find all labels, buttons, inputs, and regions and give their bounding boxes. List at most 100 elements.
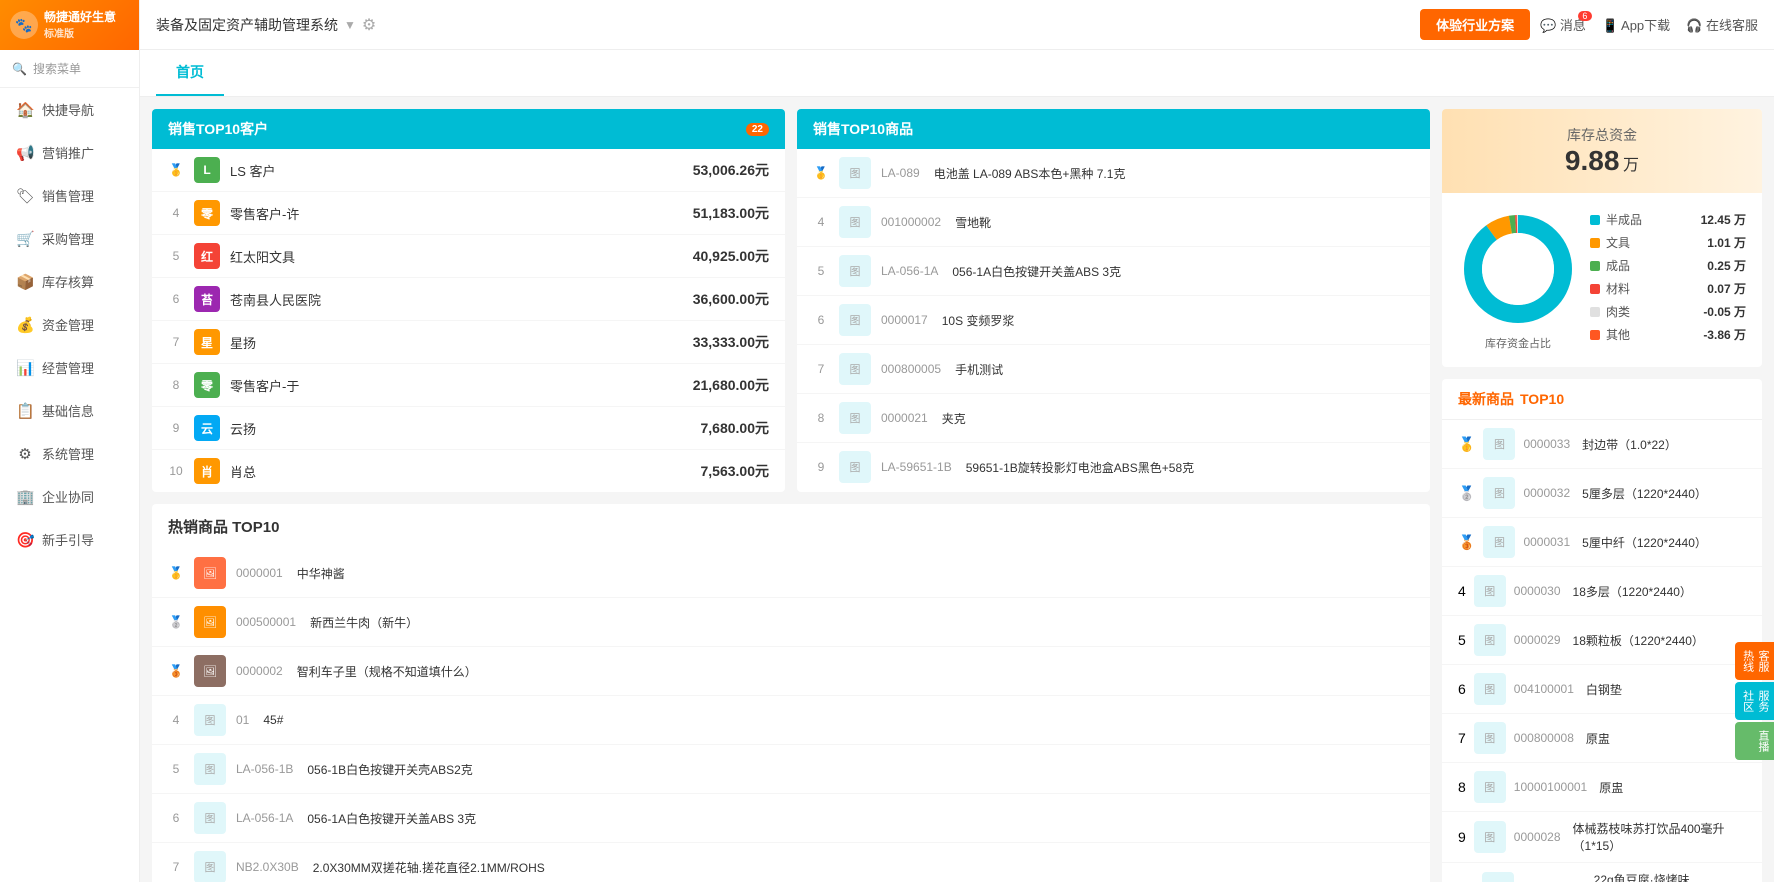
- search-menu[interactable]: 🔍 搜索菜单: [0, 50, 139, 88]
- product-thumb: 图: [1483, 526, 1515, 558]
- new-products-list: 🥇 图 0000033 封边带（1.0*22） 🥈 图 0000032 5厘多层…: [1442, 420, 1762, 882]
- sidebar-item-sales[interactable]: 🏷 销售管理: [0, 174, 139, 217]
- new-product-row[interactable]: 10 图 003800001 22g鱼豆腐·烧烤味（1*12*20）: [1442, 863, 1762, 882]
- hot-product-row[interactable]: 🥉 🖼 0000002 智利车子里（规格不知道填什么）: [152, 647, 1430, 696]
- legend-item: 半成品 12.45 万: [1590, 211, 1746, 228]
- sidebar-item-label: 经营管理: [42, 358, 94, 377]
- product-name: 18多层（1220*2440）: [1573, 583, 1746, 600]
- trial-button[interactable]: 体验行业方案: [1420, 9, 1530, 40]
- customer-row[interactable]: 8 零 零售客户-于 21,680.00元: [152, 364, 785, 407]
- online-service[interactable]: 🎧 在线客服: [1686, 15, 1758, 34]
- float-customer-service[interactable]: 客服热线: [1735, 642, 1774, 680]
- donut-section: 库存资金占比 半成品 12.45 万 文具 1.01 万 成品 0.25 万 材…: [1442, 193, 1762, 367]
- system-icon: ⚙: [16, 445, 34, 463]
- hot-product-row[interactable]: 🥇 🖼 0000001 中华神酱: [152, 549, 1430, 598]
- main-content: 首页 销售TOP10客户 22 🥇 L LS 客户 53,006.26元 4 零…: [140, 50, 1774, 882]
- sidebar-item-system[interactable]: ⚙ 系统管理: [0, 432, 139, 475]
- hot-product-row[interactable]: 🥈 🖼 000500001 新西兰牛肉（新牛）: [152, 598, 1430, 647]
- sidebar-item-operations[interactable]: 📊 经营管理: [0, 346, 139, 389]
- product-name: 59651-1B旋转投影灯电池盒ABS黑色+58克: [966, 459, 1414, 476]
- app-download[interactable]: 📱 App下载: [1602, 15, 1670, 34]
- product-name: 45#: [263, 713, 1414, 727]
- new-product-row[interactable]: 6 图 004100001 白钢垫: [1442, 665, 1762, 714]
- purchase-icon: 🛒: [16, 230, 34, 248]
- new-product-row[interactable]: 🥉 图 0000031 5厘中纤（1220*2440）: [1442, 518, 1762, 567]
- sidebar-item-purchase[interactable]: 🛒 采购管理: [0, 217, 139, 260]
- sidebar-nav: 🏠 快捷导航 📢 营销推广 🏷 销售管理 🛒 采购管理 📦 库存核算 💰 资金管…: [0, 88, 139, 882]
- product-row[interactable]: 6 图 0000017 10S 变频罗浆: [797, 296, 1430, 345]
- product-name: 封边带（1.0*22）: [1582, 436, 1746, 453]
- customer-row[interactable]: 5 红 红太阳文具 40,925.00元: [152, 235, 785, 278]
- product-code: 001000002: [881, 215, 941, 229]
- customer-row[interactable]: 4 零 零售客户-许 51,183.00元: [152, 192, 785, 235]
- rank-icon: 4: [1458, 583, 1466, 599]
- app-logo: 🐾 畅捷通好生意 标准版: [0, 0, 139, 50]
- chevron-down-icon[interactable]: ▼: [344, 18, 356, 32]
- customer-row[interactable]: 10 肖 肖总 7,563.00元: [152, 450, 785, 492]
- customer-avatar: L: [194, 157, 220, 183]
- product-code: 10000100001: [1514, 780, 1587, 794]
- product-thumb: 图: [839, 206, 871, 238]
- customer-amount: 7,680.00元: [701, 418, 770, 438]
- hot-product-row[interactable]: 7 图 NB2.0X30B 2.0X30MM双搓花轴.搓花直径2.1MM/ROH…: [152, 843, 1430, 882]
- rank-icon: 5: [1458, 632, 1466, 648]
- new-product-row[interactable]: 🥇 图 0000033 封边带（1.0*22）: [1442, 420, 1762, 469]
- top-section: 销售TOP10客户 22 🥇 L LS 客户 53,006.26元 4 零 零售…: [152, 109, 1430, 492]
- customer-row[interactable]: 🥇 L LS 客户 53,006.26元: [152, 149, 785, 192]
- customer-avatar: 肖: [194, 458, 220, 484]
- sidebar-item-inventory[interactable]: 📦 库存核算: [0, 260, 139, 303]
- customer-avatar: 零: [194, 200, 220, 226]
- sidebar-item-base[interactable]: 📋 基础信息: [0, 389, 139, 432]
- legend-name: 成品: [1606, 257, 1701, 274]
- customer-name: 苍南县人民医院: [230, 290, 683, 309]
- hot-product-row[interactable]: 5 图 LA-056-1B 056-1B白色按键开关壳ABS2克: [152, 745, 1430, 794]
- rank-icon: 7: [1458, 730, 1466, 746]
- hot-product-row[interactable]: 6 图 LA-056-1A 056-1A白色按键开关盖ABS 3克: [152, 794, 1430, 843]
- product-row[interactable]: 4 图 001000002 雪地靴: [797, 198, 1430, 247]
- rank-number: 🥇: [168, 566, 184, 580]
- customer-row[interactable]: 7 星 星扬 33,333.00元: [152, 321, 785, 364]
- hot-product-row[interactable]: 4 图 01 45#: [152, 696, 1430, 745]
- hot-products-list: 🥇 🖼 0000001 中华神酱 🥈 🖼 000500001 新西兰牛肉（新牛）…: [152, 549, 1430, 882]
- gear-icon[interactable]: ⚙: [362, 15, 376, 35]
- product-code: 000800005: [881, 362, 941, 376]
- new-products-header: 最新商品 TOP10: [1442, 379, 1762, 420]
- new-product-row[interactable]: 7 图 000800008 原盅: [1442, 714, 1762, 763]
- product-code: 0000028: [1514, 830, 1561, 844]
- product-row[interactable]: 7 图 000800005 手机测试: [797, 345, 1430, 394]
- float-community[interactable]: 服务社区: [1735, 682, 1774, 720]
- product-thumb: 图: [1482, 872, 1514, 882]
- sidebar-item-label: 新手引导: [42, 530, 94, 549]
- product-row[interactable]: 9 图 LA-59651-1B 59651-1B旋转投影灯电池盒ABS黑色+58…: [797, 443, 1430, 491]
- new-product-row[interactable]: 5 图 0000029 18颗粒板（1220*2440）: [1442, 616, 1762, 665]
- new-product-row[interactable]: 4 图 0000030 18多层（1220*2440）: [1442, 567, 1762, 616]
- product-row[interactable]: 5 图 LA-056-1A 056-1A白色按键开关盖ABS 3克: [797, 247, 1430, 296]
- inventory-total-value: 9.88: [1565, 145, 1620, 176]
- message-badge[interactable]: 💬 消息 6: [1540, 15, 1586, 34]
- sidebar-item-label: 快捷导航: [42, 100, 94, 119]
- sidebar-item-guide[interactable]: 🎯 新手引导: [0, 518, 139, 561]
- product-name: 雪地靴: [955, 214, 1414, 231]
- product-name: 22g鱼豆腐·烧烤味（1*12*20）: [1594, 871, 1746, 882]
- sidebar-item-marketing[interactable]: 📢 营销推广: [0, 131, 139, 174]
- sidebar-item-enterprise[interactable]: 🏢 企业协同: [0, 475, 139, 518]
- legend-dot: [1590, 307, 1600, 317]
- customer-row[interactable]: 9 云 云扬 7,680.00元: [152, 407, 785, 450]
- headset-icon: 🎧: [1686, 18, 1702, 33]
- float-live[interactable]: 直播: [1735, 722, 1774, 760]
- product-row[interactable]: 🥇 图 LA-089 电池盖 LA-089 ABS本色+黑种 7.1克: [797, 149, 1430, 198]
- legend-name: 肉类: [1606, 303, 1697, 320]
- rank-number: 10: [168, 464, 184, 478]
- product-code: LA-056-1B: [236, 762, 293, 776]
- new-product-row[interactable]: 8 图 10000100001 原盅: [1442, 763, 1762, 812]
- legend-dot: [1590, 284, 1600, 294]
- new-product-row[interactable]: 🥈 图 0000032 5厘多层（1220*2440）: [1442, 469, 1762, 518]
- float-service: 客服热线 服务社区 直播: [1735, 642, 1774, 762]
- new-product-row[interactable]: 9 图 0000028 体械荔枝味苏打饮品400毫升（1*15）: [1442, 812, 1762, 863]
- product-row[interactable]: 8 图 0000021 夹克: [797, 394, 1430, 443]
- sidebar-item-finance[interactable]: 💰 资金管理: [0, 303, 139, 346]
- tab-home[interactable]: 首页: [156, 50, 224, 96]
- customer-row[interactable]: 6 苔 苍南县人民医院 36,600.00元: [152, 278, 785, 321]
- sidebar-item-quick-nav[interactable]: 🏠 快捷导航: [0, 88, 139, 131]
- app-name: 畅捷通好生意: [44, 10, 116, 26]
